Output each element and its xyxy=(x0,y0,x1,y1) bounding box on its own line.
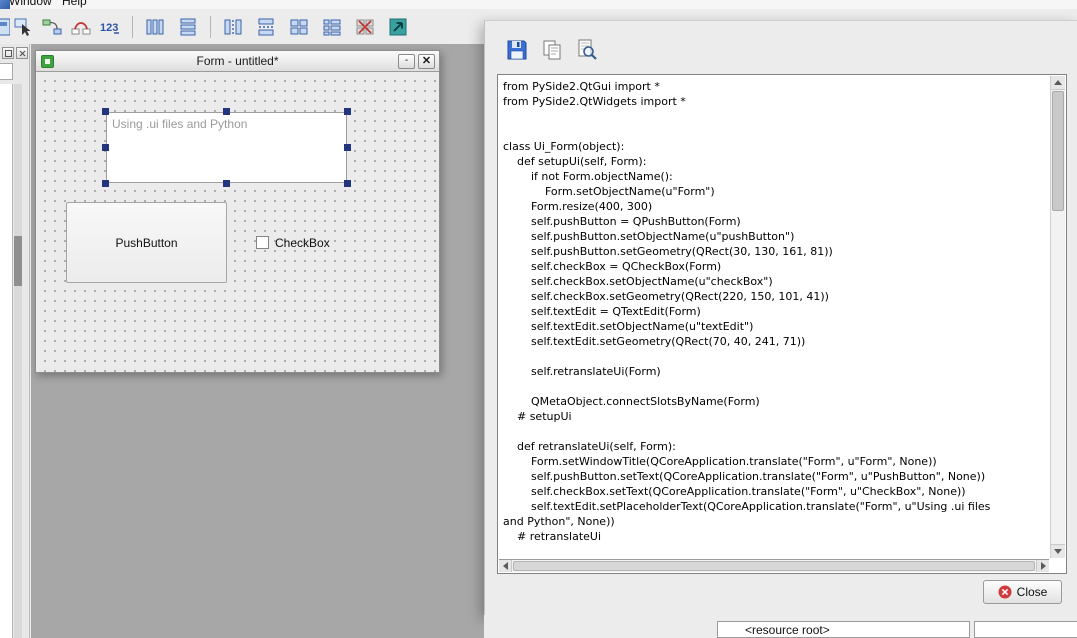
selection-handle[interactable] xyxy=(102,144,109,151)
minimize-button[interactable]: - xyxy=(398,54,415,69)
layout-splitter-horizontal-button[interactable] xyxy=(220,14,246,40)
widget-box-panel xyxy=(0,44,30,638)
adjust-size-icon xyxy=(387,16,409,38)
checkbox-label: CheckBox xyxy=(275,236,330,250)
layout-splitter-vertical-icon xyxy=(256,17,276,37)
up-arrow-icon xyxy=(1054,80,1062,85)
form-window: Form - untitled* - ✕ Using .ui files and… xyxy=(35,50,440,373)
widget-filter-input[interactable] xyxy=(0,63,13,80)
vertical-scrollbar[interactable] xyxy=(1050,76,1065,558)
selection-handle[interactable] xyxy=(344,108,351,115)
selection-handle[interactable] xyxy=(102,108,109,115)
close-window-button[interactable]: ✕ xyxy=(418,54,435,69)
edit-tab-order-button[interactable]: 123 xyxy=(97,14,123,40)
edit-widgets-button[interactable] xyxy=(10,14,36,40)
code-lines: from PySide2.QtGui import * from PySide2… xyxy=(499,76,1049,544)
code-text[interactable]: from PySide2.QtGui import * from PySide2… xyxy=(499,76,1049,558)
selection-handle[interactable] xyxy=(344,180,351,187)
code-view[interactable]: from PySide2.QtGui import * from PySide2… xyxy=(497,74,1067,574)
textedit-placeholder: Using .ui files and Python xyxy=(107,113,346,135)
resource-list-panel[interactable] xyxy=(974,621,1077,638)
pushbutton-widget[interactable]: PushButton xyxy=(66,202,227,283)
selection-handle[interactable] xyxy=(102,180,109,187)
break-layout-button[interactable] xyxy=(352,14,378,40)
scroll-right-button[interactable] xyxy=(1036,560,1049,572)
selection-handle[interactable] xyxy=(223,108,230,115)
dialog-toolbar xyxy=(503,36,601,64)
dock-float-button[interactable] xyxy=(2,47,14,59)
textedit-widget[interactable]: Using .ui files and Python xyxy=(106,112,347,183)
layout-form-button[interactable] xyxy=(319,14,345,40)
menu-help[interactable]: Help xyxy=(62,0,87,8)
save-icon xyxy=(505,38,529,62)
form-window-title: Form - untitled* xyxy=(36,54,439,68)
layout-grid-button[interactable] xyxy=(286,14,312,40)
layout-vertical-icon xyxy=(178,17,198,37)
find-icon xyxy=(575,38,599,62)
resource-tree-panel[interactable]: <resource root> xyxy=(717,621,970,638)
svg-text:123: 123 xyxy=(100,22,118,34)
resource-root-item[interactable]: <resource root> xyxy=(718,623,830,637)
left-arrow-icon xyxy=(503,562,508,570)
layout-splitter-vertical-button[interactable] xyxy=(253,14,279,40)
scroll-up-button[interactable] xyxy=(1051,76,1065,90)
dock-close-button[interactable] xyxy=(16,47,28,59)
form-canvas[interactable]: Using .ui files and Python PushButton Ch… xyxy=(36,72,439,372)
save-button[interactable] xyxy=(503,36,531,64)
scroll-down-button[interactable] xyxy=(1051,544,1065,558)
layout-grid-icon xyxy=(289,17,309,37)
toolbar-separator xyxy=(132,16,133,38)
resource-browser-strip: <resource root> xyxy=(484,615,1077,638)
edit-buddies-icon xyxy=(71,17,91,37)
menu-window[interactable]: Window xyxy=(9,0,52,8)
float-icon xyxy=(5,50,12,57)
selection-handle[interactable] xyxy=(223,180,230,187)
menubar: Window Help xyxy=(0,0,1077,9)
edit-tab-order-icon: 123 xyxy=(99,17,121,37)
close-dock-icon xyxy=(19,50,26,57)
close-button[interactable]: Close xyxy=(983,580,1062,604)
break-layout-icon xyxy=(355,17,375,37)
mdi-area: Form - untitled* - ✕ Using .ui files and… xyxy=(31,44,484,638)
clipped-icon xyxy=(0,17,10,37)
scroll-left-button[interactable] xyxy=(499,560,512,572)
widget-box-scrollbar[interactable] xyxy=(14,84,22,638)
checkbox-indicator[interactable] xyxy=(256,236,269,249)
copy-button[interactable] xyxy=(538,36,566,64)
selection-handle[interactable] xyxy=(344,144,351,151)
edit-signals-slots-icon xyxy=(42,17,62,37)
edit-buddies-button[interactable] xyxy=(68,14,94,40)
form-window-titlebar[interactable]: Form - untitled* - ✕ xyxy=(36,51,439,72)
adjust-size-button[interactable] xyxy=(385,14,411,40)
horizontal-scrollbar[interactable] xyxy=(499,559,1049,572)
layout-horizontal-icon xyxy=(145,17,165,37)
down-arrow-icon xyxy=(1054,549,1062,554)
layout-splitter-horizontal-icon xyxy=(223,17,243,37)
layout-vertical-button[interactable] xyxy=(175,14,201,40)
widget-list[interactable] xyxy=(0,84,13,638)
clipped-toolbar-button[interactable] xyxy=(0,14,10,40)
close-button-icon xyxy=(998,585,1012,599)
checkbox-widget[interactable]: CheckBox xyxy=(256,222,357,263)
scrollbar-thumb[interactable] xyxy=(513,561,1035,571)
edit-widgets-icon xyxy=(13,17,33,37)
find-button[interactable] xyxy=(573,36,601,64)
close-button-label: Close xyxy=(1017,585,1048,599)
layout-horizontal-button[interactable] xyxy=(142,14,168,40)
scrollbar-thumb[interactable] xyxy=(1052,91,1064,211)
layout-form-icon xyxy=(322,17,342,37)
toolbar-separator xyxy=(210,16,211,38)
code-preview-dialog: from PySide2.QtGui import * from PySide2… xyxy=(484,20,1077,615)
edit-signals-slots-button[interactable] xyxy=(39,14,65,40)
right-arrow-icon xyxy=(1041,562,1046,570)
scrollbar-thumb[interactable] xyxy=(14,236,22,286)
copy-icon xyxy=(540,38,564,62)
